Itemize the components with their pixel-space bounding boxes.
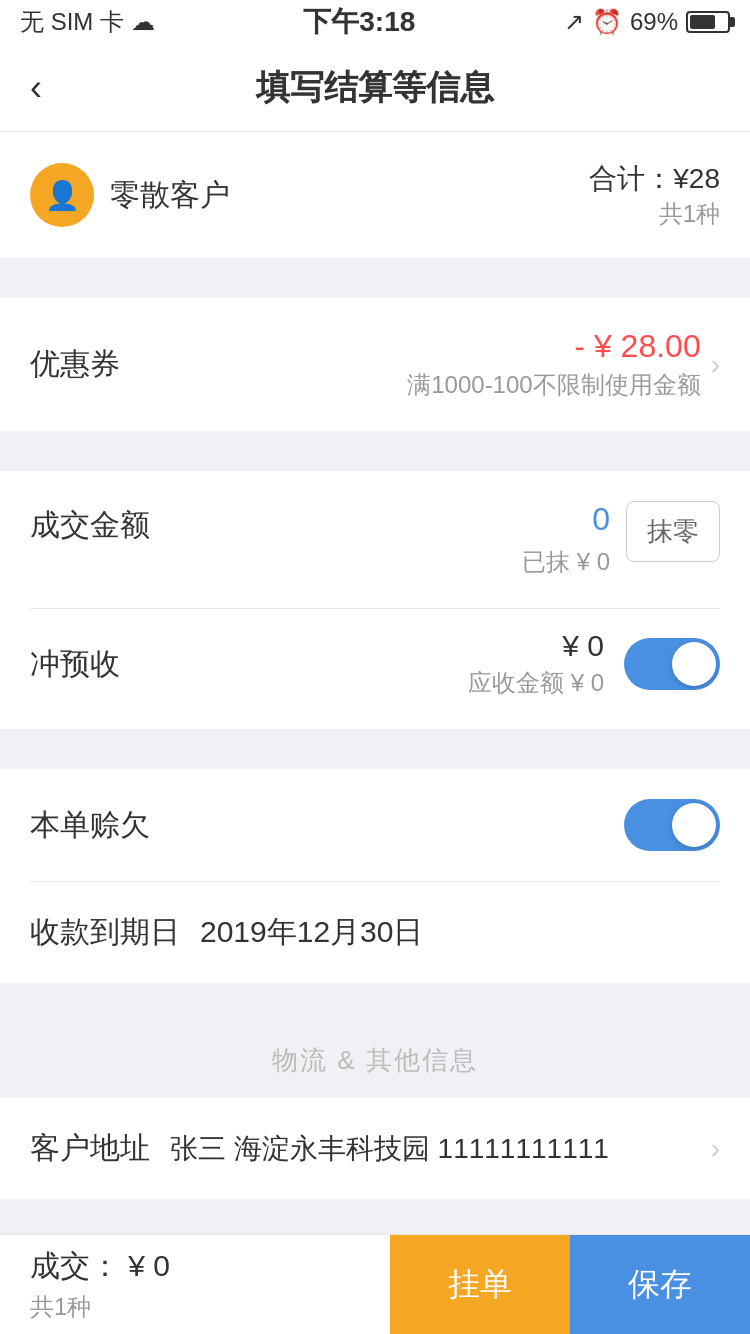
location-icon: ↗ xyxy=(564,8,584,36)
bottom-deal: 成交： ¥ 0 xyxy=(30,1246,360,1287)
chevron-right-icon: › xyxy=(711,349,720,381)
customer-right: 合计：¥28 共1种 xyxy=(589,160,720,230)
prereceive-label: 冲预收 xyxy=(30,644,120,685)
status-left: 无 SIM 卡 ☁ xyxy=(20,6,155,38)
divider-2 xyxy=(0,451,750,471)
logistics-bar: 物流 & 其他信息 xyxy=(0,1023,750,1098)
status-bar: 无 SIM 卡 ☁ 下午3:18 ↗ ⏰ 69% xyxy=(0,0,750,44)
status-right: ↗ ⏰ 69% xyxy=(564,8,730,36)
bottom-bar: 成交： ¥ 0 共1种 挂单 保存 xyxy=(0,1234,750,1334)
address-chevron-icon: › xyxy=(711,1133,720,1165)
toggle-knob xyxy=(672,642,716,686)
divider-1 xyxy=(0,278,750,298)
prereceive-toggle[interactable] xyxy=(624,638,720,690)
avatar: 👤 xyxy=(30,163,94,227)
logistics-label: 物流 & 其他信息 xyxy=(272,1043,478,1078)
page-title: 填写结算等信息 xyxy=(256,65,494,111)
prereceive-right: ¥ 0 应收金额 ¥ 0 xyxy=(468,629,720,699)
bottom-deal-value: ¥ 0 xyxy=(128,1249,170,1282)
debt-toggle[interactable] xyxy=(624,799,720,851)
debt-toggle-knob xyxy=(672,803,716,847)
coupon-info: - ¥ 28.00 满1000-100不限制使用金额 xyxy=(407,328,700,401)
debt-section: 本单赊欠 收款到期日 2019年12月30日 xyxy=(0,769,750,983)
due-row: 收款到期日 2019年12月30日 xyxy=(0,882,750,983)
deal-sub: 已抹 ¥ 0 xyxy=(522,546,610,578)
deal-section: 成交金额 0 已抹 ¥ 0 抹零 冲预收 ¥ 0 应收金额 ¥ 0 xyxy=(0,471,750,729)
customer-name: 零散客户 xyxy=(110,175,230,216)
prereceive-sub: 应收金额 ¥ 0 xyxy=(468,667,604,699)
due-value: 2019年12月30日 xyxy=(200,912,423,953)
avatar-icon: 👤 xyxy=(45,179,80,212)
coupon-section[interactable]: 优惠券 - ¥ 28.00 满1000-100不限制使用金额 › xyxy=(0,298,750,431)
deal-value-wrap: 0 已抹 ¥ 0 xyxy=(522,501,610,578)
alarm-icon: ⏰ xyxy=(592,8,622,36)
nav-bar: ‹ 填写结算等信息 xyxy=(0,44,750,132)
deal-right: 0 已抹 ¥ 0 抹零 xyxy=(522,501,720,578)
total-count: 共1种 xyxy=(589,198,720,230)
bottom-count: 共1种 xyxy=(30,1291,360,1323)
deal-label: 成交金额 xyxy=(30,501,150,546)
deal-row: 成交金额 0 已抹 ¥ 0 抹零 xyxy=(0,471,750,608)
battery-icon xyxy=(686,11,730,33)
coupon-desc: 满1000-100不限制使用金额 xyxy=(407,369,700,401)
sim-label: 无 SIM 卡 ☁ xyxy=(20,6,155,38)
coupon-amount: - ¥ 28.00 xyxy=(407,328,700,365)
hang-button[interactable]: 挂单 xyxy=(390,1235,570,1334)
back-button[interactable]: ‹ xyxy=(30,67,42,109)
status-time: 下午3:18 xyxy=(303,3,415,41)
total-amount: 合计：¥28 xyxy=(589,160,720,198)
address-label: 客户地址 xyxy=(30,1128,150,1169)
customer-section: 👤 零散客户 合计：¥28 共1种 xyxy=(0,132,750,258)
round-zero-button[interactable]: 抹零 xyxy=(626,501,720,562)
coupon-right: - ¥ 28.00 满1000-100不限制使用金额 › xyxy=(407,328,720,401)
battery-label: 69% xyxy=(630,8,678,36)
address-row[interactable]: 客户地址 张三 海淀永丰科技园 11111111111 › xyxy=(0,1098,750,1199)
prereceive-row: 冲预收 ¥ 0 应收金额 ¥ 0 xyxy=(0,609,750,729)
divider-3 xyxy=(0,749,750,769)
save-button[interactable]: 保存 xyxy=(570,1235,750,1334)
customer-row: 👤 零散客户 合计：¥28 共1种 xyxy=(0,132,750,258)
address-value: 张三 海淀永丰科技园 11111111111 xyxy=(170,1130,711,1168)
deal-value: 0 xyxy=(522,501,610,538)
address-section[interactable]: 客户地址 张三 海淀永丰科技园 11111111111 › xyxy=(0,1098,750,1199)
prereceive-info: ¥ 0 应收金额 ¥ 0 xyxy=(468,629,604,699)
due-label: 收款到期日 xyxy=(30,912,180,953)
prereceive-amount: ¥ 0 xyxy=(468,629,604,663)
divider-4 xyxy=(0,1003,750,1023)
bottom-deal-label: 成交： xyxy=(30,1249,120,1282)
customer-left: 👤 零散客户 xyxy=(30,163,230,227)
bottom-summary: 成交： ¥ 0 共1种 xyxy=(0,1246,390,1323)
coupon-row[interactable]: 优惠券 - ¥ 28.00 满1000-100不限制使用金额 › xyxy=(0,298,750,431)
debt-row: 本单赊欠 xyxy=(0,769,750,881)
debt-label: 本单赊欠 xyxy=(30,805,150,846)
coupon-label: 优惠券 xyxy=(30,344,120,385)
